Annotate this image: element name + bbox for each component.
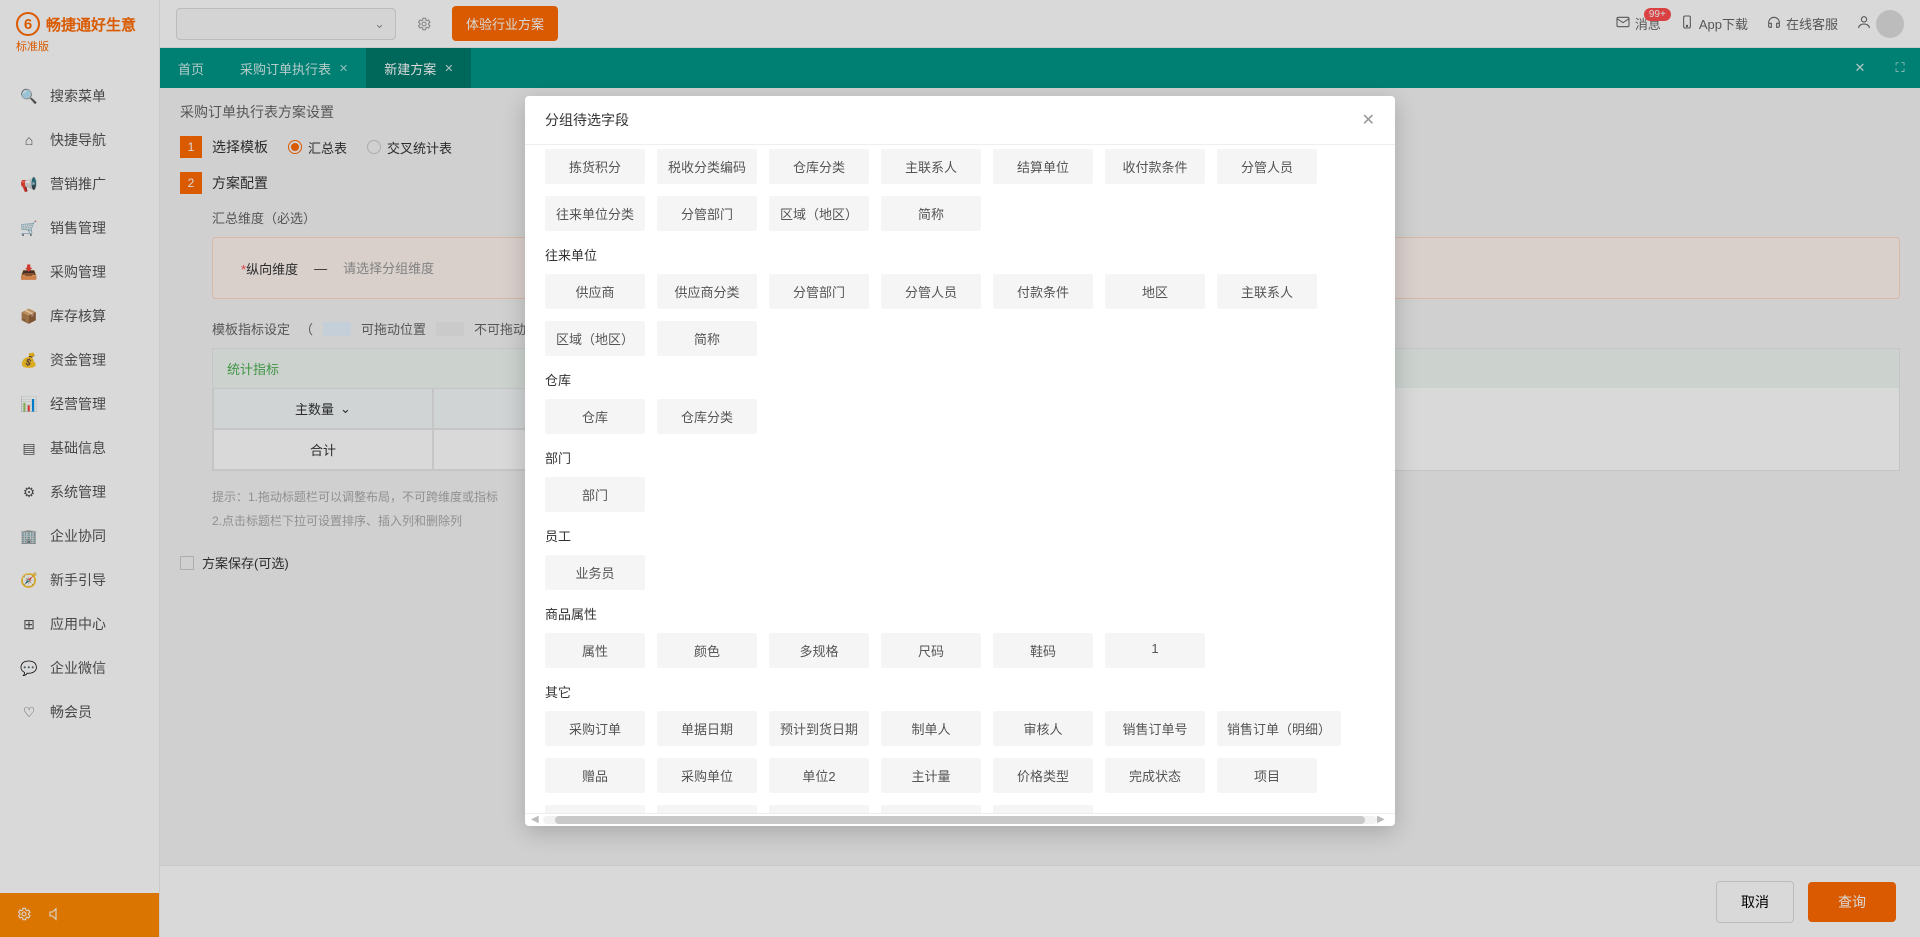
field-chip[interactable]: 主计量: [881, 758, 981, 793]
field-chip[interactable]: 税收分类编码: [657, 149, 757, 184]
chip-row: 拣货积分税收分类编码仓库分类主联系人结算单位收付款条件分管人员往来单位分类分管部…: [545, 149, 1375, 231]
field-chip[interactable]: 业务员: [545, 555, 645, 590]
group-title: 员工: [545, 526, 1375, 545]
field-chip[interactable]: 分管人员: [1217, 149, 1317, 184]
field-chip[interactable]: 多规格: [769, 633, 869, 668]
field-chip[interactable]: 零件名称: [881, 805, 981, 813]
scroll-left-icon[interactable]: ◀: [531, 814, 543, 825]
field-chip[interactable]: 单据日期: [657, 711, 757, 746]
field-chip[interactable]: 地区: [1105, 274, 1205, 309]
field-chip[interactable]: 分管人员: [881, 274, 981, 309]
field-chip[interactable]: 是否开票: [993, 805, 1093, 813]
field-chip[interactable]: 仓库分类: [657, 399, 757, 434]
field-chip[interactable]: 供应商分类: [657, 274, 757, 309]
chip-row: 属性颜色多规格尺码鞋码 1: [545, 633, 1375, 668]
field-chip[interactable]: 1: [1105, 633, 1205, 668]
modal-overlay: 分组待选字段 ✕ 拣货积分税收分类编码仓库分类主联系人结算单位收付款条件分管人员…: [0, 0, 1920, 937]
scroll-thumb[interactable]: [555, 816, 1365, 824]
field-chip[interactable]: 销售订单（明细）: [1217, 711, 1341, 746]
field-chip[interactable]: 付款条件: [993, 274, 1093, 309]
group-title: 仓库: [545, 370, 1375, 389]
group-title: 往来单位: [545, 245, 1375, 264]
field-chip[interactable]: 往来单位分类: [545, 196, 645, 231]
chip-row: 供应商供应商分类分管部门分管人员付款条件地区主联系人区域（地区） 简称: [545, 274, 1375, 356]
field-chip[interactable]: 区域（地区）: [545, 321, 645, 356]
field-chip[interactable]: 项目分类: [545, 805, 645, 813]
field-chip[interactable]: 部门: [545, 477, 645, 512]
dialog-body: 拣货积分税收分类编码仓库分类主联系人结算单位收付款条件分管人员往来单位分类分管部…: [525, 145, 1395, 813]
field-chip[interactable]: 鞋码: [993, 633, 1093, 668]
chip-row: 采购订单单据日期预计到货日期制单人审核人销售订单号销售订单（明细） 赠品采购单位单…: [545, 711, 1375, 813]
field-chip[interactable]: 项目: [1217, 758, 1317, 793]
field-chip[interactable]: 采购单位: [657, 758, 757, 793]
field-chip[interactable]: 属性: [545, 633, 645, 668]
field-chip[interactable]: 主联系人: [1217, 274, 1317, 309]
dialog-title: 分组待选字段: [545, 110, 629, 130]
dialog-scrollbar[interactable]: ◀ ▶: [525, 813, 1395, 826]
chip-row: 业务员: [545, 555, 1375, 590]
field-chip[interactable]: 价格类型: [993, 758, 1093, 793]
field-chip[interactable]: 尺码: [881, 633, 981, 668]
group-title: 商品属性: [545, 604, 1375, 623]
field-chip[interactable]: 仓库分类: [769, 149, 869, 184]
field-chip[interactable]: 简称: [881, 196, 981, 231]
field-chip[interactable]: 区域（地区）: [769, 196, 869, 231]
field-chip[interactable]: 拣货积分: [545, 149, 645, 184]
field-chip[interactable]: 行中止: [657, 805, 757, 813]
group-title: 部门: [545, 448, 1375, 467]
field-chip[interactable]: 预计到货日期: [769, 711, 869, 746]
chip-row: 仓库仓库分类: [545, 399, 1375, 434]
field-chip[interactable]: 单位2: [769, 758, 869, 793]
field-chip[interactable]: 结算单位: [993, 149, 1093, 184]
close-icon[interactable]: ✕: [1362, 110, 1375, 130]
scroll-right-icon[interactable]: ▶: [1377, 814, 1389, 825]
group-fields-dialog: 分组待选字段 ✕ 拣货积分税收分类编码仓库分类主联系人结算单位收付款条件分管人员…: [525, 96, 1395, 826]
field-chip[interactable]: 完成状态: [1105, 758, 1205, 793]
field-chip[interactable]: 颜色: [657, 633, 757, 668]
field-chip[interactable]: 赠品: [545, 758, 645, 793]
chip-row: 部门: [545, 477, 1375, 512]
field-chip[interactable]: 销售订单号: [1105, 711, 1205, 746]
field-chip[interactable]: 收付款条件: [1105, 149, 1205, 184]
field-chip[interactable]: 仓库: [545, 399, 645, 434]
field-chip[interactable]: 审核人: [993, 711, 1093, 746]
field-chip[interactable]: 车架号: [769, 805, 869, 813]
field-chip[interactable]: 供应商: [545, 274, 645, 309]
field-chip[interactable]: 采购订单: [545, 711, 645, 746]
group-title: 其它: [545, 682, 1375, 701]
field-chip[interactable]: 分管部门: [769, 274, 869, 309]
field-chip[interactable]: 分管部门: [657, 196, 757, 231]
field-chip[interactable]: 简称: [657, 321, 757, 356]
field-chip[interactable]: 制单人: [881, 711, 981, 746]
field-chip[interactable]: 主联系人: [881, 149, 981, 184]
